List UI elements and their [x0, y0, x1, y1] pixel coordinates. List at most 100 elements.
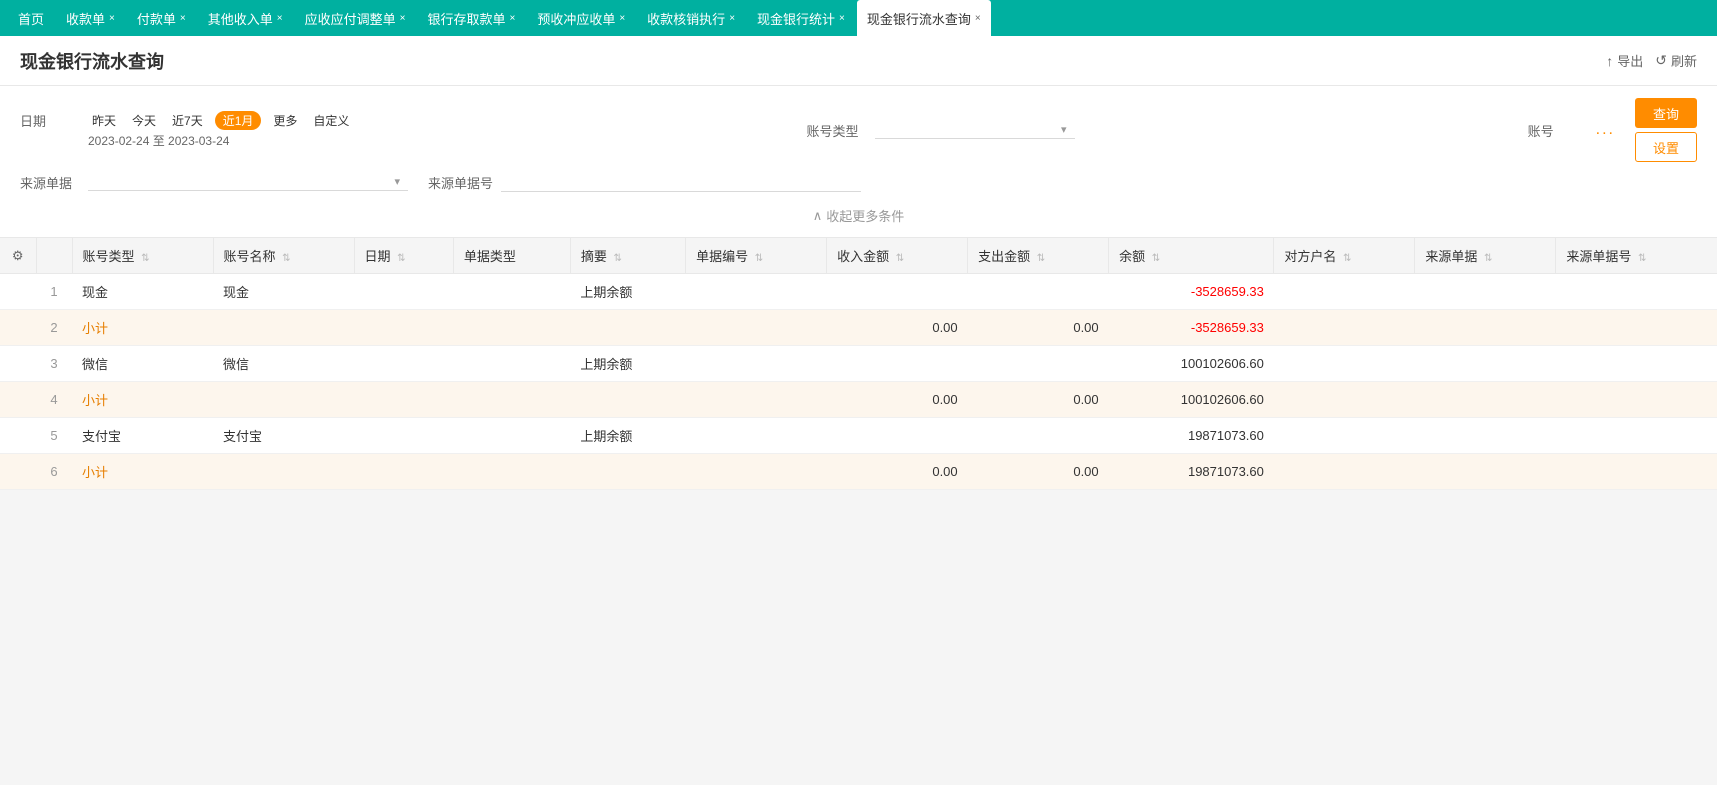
nav-bank-deposit-close[interactable]: ×	[509, 13, 515, 24]
nav-home-label: 首页	[18, 9, 44, 28]
row-account-type: 支付宝	[72, 418, 213, 454]
row-settings	[0, 310, 36, 346]
collapse-up-icon: ∧	[813, 208, 823, 224]
date-column-header[interactable]: 日期 ⇅	[354, 238, 453, 274]
date-range: 2023-02-24 至 2023-03-24	[88, 132, 353, 149]
source-doc-no-filter: 来源单据号	[428, 172, 861, 192]
table-row[interactable]: 4 小计 0.00 0.00 100102606.60	[0, 382, 1717, 418]
account-type-column-header[interactable]: 账号类型 ⇅	[72, 238, 213, 274]
row-doc-no	[686, 310, 827, 346]
date-btn-yesterday[interactable]: 昨天	[88, 111, 120, 130]
nav-item-receipt-exec[interactable]: 收款核销执行 ×	[637, 0, 745, 36]
nav-cash-bank-flow-close[interactable]: ×	[975, 13, 981, 24]
row-account-name: 现金	[213, 274, 354, 310]
expense-col-label: 支出金额	[978, 249, 1030, 264]
table-area: ⚙ 账号类型 ⇅ 账号名称 ⇅ 日期 ⇅ 单据类型	[0, 238, 1717, 490]
more-dots-icon[interactable]: ...	[1596, 121, 1615, 139]
row-counterpart	[1274, 346, 1415, 382]
source-doc-no-input[interactable]	[501, 172, 861, 192]
gear-icon[interactable]: ⚙	[12, 248, 24, 263]
row-account-name: 支付宝	[213, 418, 354, 454]
counterpart-col-label: 对方户名	[1284, 249, 1336, 264]
row-doc-no	[686, 346, 827, 382]
table-row[interactable]: 2 小计 0.00 0.00 -3528659.33	[0, 310, 1717, 346]
income-column-header[interactable]: 收入金额 ⇅	[827, 238, 968, 274]
date-label: 日期	[20, 111, 80, 130]
table-row[interactable]: 6 小计 0.00 0.00 19871073.60	[0, 454, 1717, 490]
row-account-type: 微信	[72, 346, 213, 382]
nav-ar-ap-adjust-close[interactable]: ×	[400, 13, 406, 24]
nav-item-home[interactable]: 首页	[8, 0, 54, 36]
date-btn-more[interactable]: 更多	[269, 111, 301, 130]
row-balance: 19871073.60	[1109, 454, 1274, 490]
account-no-filter: 账号 ...	[1528, 121, 1615, 140]
header-actions: ↑ 导出 ↺ 刷新	[1606, 51, 1697, 70]
table-row[interactable]: 3 微信 微信 上期余额 100102606.60	[0, 346, 1717, 382]
row-account-name	[213, 454, 354, 490]
row-settings	[0, 418, 36, 454]
nav-payment-close[interactable]: ×	[180, 13, 186, 24]
nav-advance-offset-close[interactable]: ×	[619, 13, 625, 24]
nav-cash-bank-flow-label: 现金银行流水查询	[867, 9, 971, 28]
sort-icon: ⇅	[1152, 253, 1160, 264]
date-btn-custom[interactable]: 自定义	[309, 111, 353, 130]
nav-receipt-exec-close[interactable]: ×	[729, 13, 735, 24]
row-income	[827, 418, 968, 454]
row-income: 0.00	[827, 310, 968, 346]
row-account-type: 小计	[72, 382, 213, 418]
nav-item-bank-deposit[interactable]: 银行存取款单 ×	[417, 0, 525, 36]
filter-row-2: 来源单据 ▾ 来源单据号	[20, 172, 1697, 192]
export-button[interactable]: ↑ 导出	[1606, 51, 1643, 70]
date-btn-today[interactable]: 今天	[128, 111, 160, 130]
source-doc-no-column-header[interactable]: 来源单据号 ⇅	[1556, 238, 1717, 274]
nav-other-income-close[interactable]: ×	[277, 13, 283, 24]
nav-item-advance-offset[interactable]: 预收冲应收单 ×	[527, 0, 635, 36]
setting-button[interactable]: 设置	[1635, 132, 1697, 162]
sort-icon: ⇅	[1484, 253, 1492, 264]
balance-column-header[interactable]: 余额 ⇅	[1109, 238, 1274, 274]
sort-icon: ⇅	[613, 253, 621, 264]
account-type-select[interactable]: ▾	[875, 121, 1075, 139]
account-type-col-label: 账号类型	[83, 249, 135, 264]
export-icon: ↑	[1606, 53, 1613, 69]
export-label: 导出	[1617, 51, 1643, 70]
table-row[interactable]: 5 支付宝 支付宝 上期余额 19871073.60	[0, 418, 1717, 454]
table-row[interactable]: 1 现金 现金 上期余额 -3528659.33	[0, 274, 1717, 310]
row-source-doc	[1415, 310, 1556, 346]
row-counterpart	[1274, 310, 1415, 346]
nav-item-other-income[interactable]: 其他收入单 ×	[198, 0, 293, 36]
query-button[interactable]: 查询	[1635, 98, 1697, 128]
nav-item-cash-bank-stat[interactable]: 现金银行统计 ×	[747, 0, 855, 36]
row-counterpart	[1274, 382, 1415, 418]
source-doc-filter: 来源单据 ▾	[20, 173, 408, 192]
row-counterpart	[1274, 418, 1415, 454]
nav-item-payment[interactable]: 付款单 ×	[127, 0, 196, 36]
row-expense	[968, 346, 1109, 382]
nav-other-income-label: 其他收入单	[208, 9, 273, 28]
row-date	[354, 346, 453, 382]
counterpart-column-header[interactable]: 对方户名 ⇅	[1274, 238, 1415, 274]
refresh-button[interactable]: ↺ 刷新	[1655, 51, 1697, 70]
row-summary	[570, 454, 685, 490]
collapse-bar[interactable]: ∧ 收起更多条件	[20, 202, 1697, 225]
date-btn-1month[interactable]: 近1月	[215, 111, 262, 130]
date-btn-7days[interactable]: 近7天	[168, 111, 207, 130]
source-doc-col-label: 来源单据	[1425, 249, 1477, 264]
nav-cash-bank-stat-close[interactable]: ×	[839, 13, 845, 24]
expense-column-header[interactable]: 支出金额 ⇅	[968, 238, 1109, 274]
data-table: ⚙ 账号类型 ⇅ 账号名称 ⇅ 日期 ⇅ 单据类型	[0, 238, 1717, 490]
nav-item-receipt[interactable]: 收款单 ×	[56, 0, 125, 36]
nav-item-cash-bank-flow[interactable]: 现金银行流水查询 ×	[857, 0, 991, 36]
nav-item-ar-ap-adjust[interactable]: 应收应付调整单 ×	[295, 0, 416, 36]
source-doc-column-header[interactable]: 来源单据 ⇅	[1415, 238, 1556, 274]
nav-receipt-close[interactable]: ×	[109, 13, 115, 24]
account-name-column-header[interactable]: 账号名称 ⇅	[213, 238, 354, 274]
doc-no-column-header[interactable]: 单据编号 ⇅	[686, 238, 827, 274]
summary-column-header[interactable]: 摘要 ⇅	[570, 238, 685, 274]
settings-column-header[interactable]: ⚙	[0, 238, 36, 274]
row-source-doc-no	[1556, 418, 1717, 454]
row-balance: -3528659.33	[1109, 274, 1274, 310]
row-source-doc	[1415, 382, 1556, 418]
source-doc-no-label: 来源单据号	[428, 173, 493, 192]
source-doc-select[interactable]: ▾	[88, 173, 408, 191]
